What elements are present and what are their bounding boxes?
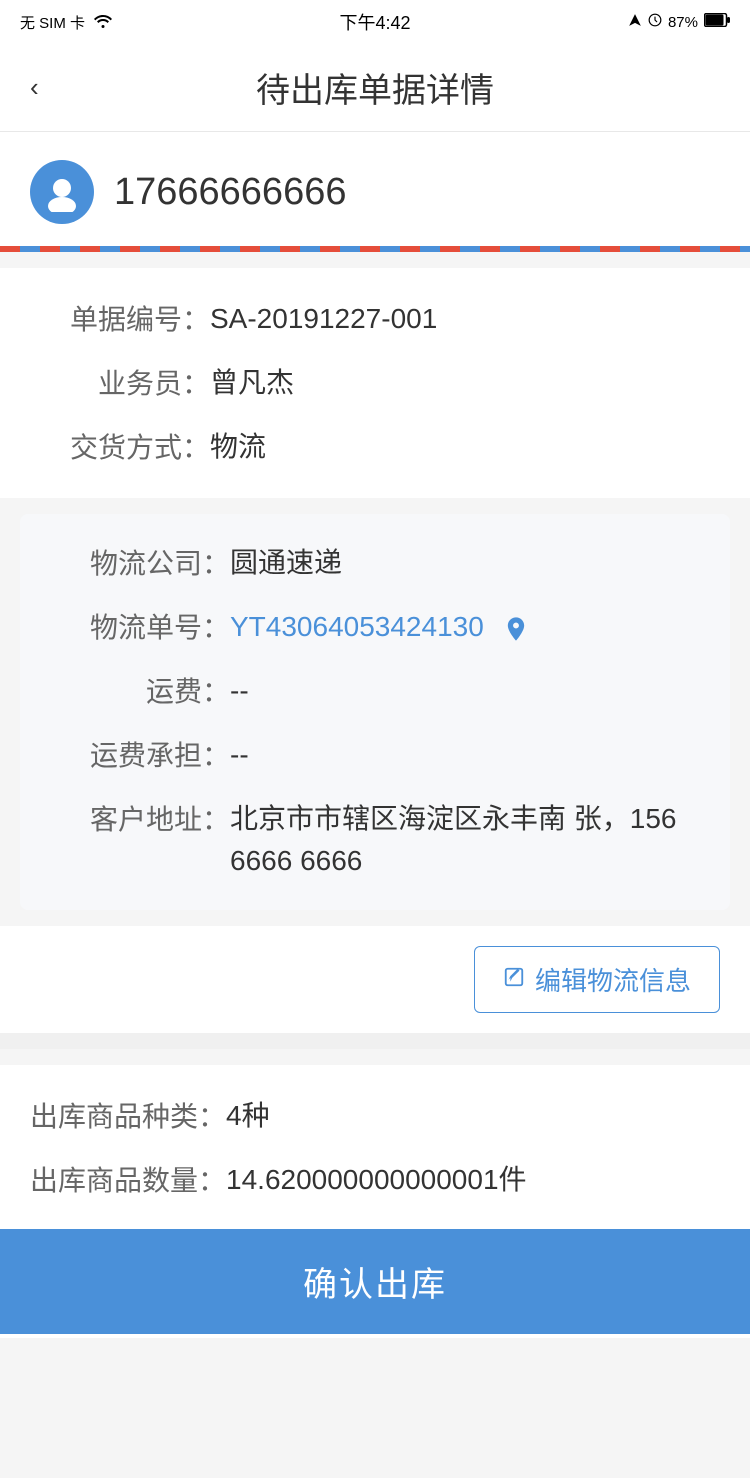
user-phone: 17666666666 [114, 171, 346, 214]
delivery-row: 交货方式： 物流 [30, 426, 720, 468]
address-value: 北京市市辖区海淀区永丰南 张，156 6666 6666 [230, 798, 700, 882]
order-number-value: SA-20191227-001 [210, 298, 720, 340]
user-avatar [30, 160, 94, 224]
outbound-types-label: 出库商品种类： [30, 1095, 226, 1135]
order-info-section: 单据编号： SA-20191227-001 业务员： 曾凡杰 交货方式： 物流 [0, 268, 750, 498]
outbound-section: 出库商品种类： 4种 出库商品数量： 14.620000000000001件 [0, 1065, 750, 1231]
status-time: 下午4:42 [339, 9, 410, 35]
carrier-label: 无 SIM 卡 [20, 12, 85, 33]
section-divider [0, 1033, 750, 1049]
tracking-label: 物流单号： [50, 606, 230, 646]
wifi-icon [93, 12, 113, 32]
edit-btn-row: 编辑物流信息 [0, 926, 750, 1033]
outbound-quantity-label: 出库商品数量： [30, 1159, 226, 1199]
edit-icon [503, 964, 525, 995]
status-right: 87% [628, 13, 730, 31]
bottom-spacer [0, 1338, 750, 1478]
delivery-label: 交货方式： [30, 426, 210, 466]
outbound-types-row: 出库商品种类： 4种 [30, 1095, 720, 1137]
logistics-company-label: 物流公司： [50, 542, 230, 582]
tracking-row: 物流单号： YT43064053424130 [50, 606, 700, 648]
logistics-company-row: 物流公司： 圆通速递 [50, 542, 700, 584]
status-left: 无 SIM 卡 [20, 12, 113, 33]
clock-icon [648, 13, 662, 31]
battery-label: 87% [668, 14, 698, 31]
outbound-types-value: 4种 [226, 1095, 720, 1137]
outbound-quantity-row: 出库商品数量： 14.620000000000001件 [30, 1159, 720, 1201]
battery-icon [704, 13, 730, 31]
confirm-btn-wrapper: 确认出库 [0, 1229, 750, 1334]
logistics-company-value: 圆通速递 [230, 542, 700, 584]
location-arrow-icon [628, 13, 642, 31]
map-pin-icon[interactable] [502, 615, 530, 643]
outbound-quantity-value: 14.620000000000001件 [226, 1159, 720, 1201]
delivery-value: 物流 [210, 426, 720, 468]
freight-bearer-label: 运费承担： [50, 734, 230, 774]
edit-logistics-button[interactable]: 编辑物流信息 [474, 946, 720, 1013]
agent-value: 曾凡杰 [210, 362, 720, 404]
status-bar: 无 SIM 卡 下午4:42 87% [0, 0, 750, 44]
order-number-row: 单据编号： SA-20191227-001 [30, 298, 720, 340]
address-row: 客户地址： 北京市市辖区海淀区永丰南 张，156 6666 6666 [50, 798, 700, 882]
freight-row: 运费： -- [50, 670, 700, 712]
freight-label: 运费： [50, 670, 230, 710]
dashed-divider [0, 246, 750, 252]
user-section: 17666666666 [0, 132, 750, 246]
order-number-label: 单据编号： [30, 298, 210, 338]
back-button[interactable]: ‹ [30, 62, 49, 113]
agent-row: 业务员： 曾凡杰 [30, 362, 720, 404]
logistics-card: 物流公司： 圆通速递 物流单号： YT43064053424130 运费： --… [20, 514, 730, 910]
freight-value: -- [230, 670, 700, 712]
nav-bar: ‹ 待出库单据详情 [0, 44, 750, 132]
tracking-value: YT43064053424130 [230, 606, 700, 648]
confirm-outbound-button[interactable]: 确认出库 [0, 1257, 750, 1306]
address-label: 客户地址： [50, 798, 230, 838]
freight-bearer-row: 运费承担： -- [50, 734, 700, 776]
freight-bearer-value: -- [230, 734, 700, 776]
agent-label: 业务员： [30, 362, 210, 402]
page-title: 待出库单据详情 [256, 63, 494, 112]
